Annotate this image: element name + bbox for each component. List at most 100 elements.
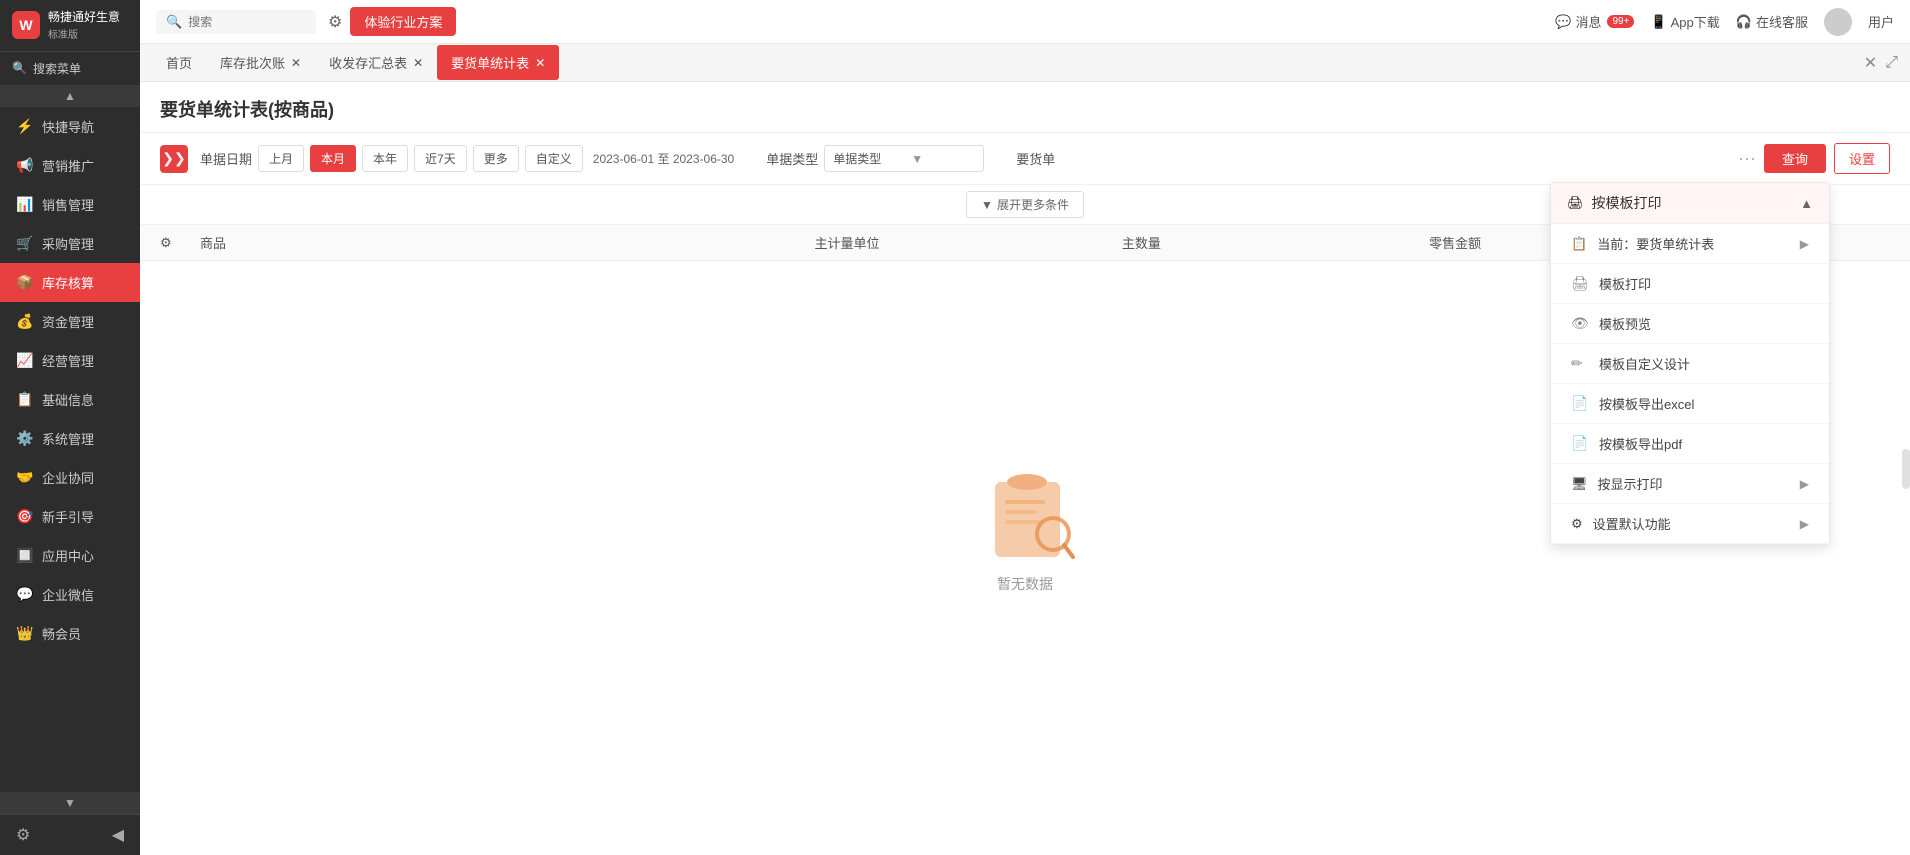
template-design-icon: ✏ [1571,355,1589,372]
sidebar-item-label: 营销推广 [42,156,94,175]
setting-button[interactable]: 设置 [1834,143,1890,174]
current-template-label: 当前：要货单统计表 [1597,234,1714,253]
sidebar-toggle-icon[interactable]: ◀ [112,825,124,845]
app-logo-icon: W [12,11,40,39]
sidebar-bottom: ⚙ ◀ [0,814,140,855]
try-industry-button[interactable]: 体验行业方案 [350,7,456,36]
tab-order-stats[interactable]: 要货单统计表 ✕ [437,45,559,80]
date-btn-prev[interactable]: 上月 [258,145,304,172]
header-right: 💬 消息 99+ 📱 App下载 🎧 在线客服 用户 [1555,8,1894,36]
current-template-arrow-icon: ▶ [1800,237,1809,251]
tab-receipt-summary[interactable]: 收发存汇总表 ✕ [315,45,437,80]
search-input[interactable] [188,15,308,29]
messages-item[interactable]: 💬 消息 99+ [1555,12,1634,31]
header-search[interactable]: 🔍 [156,10,316,34]
expand-more-label: 展开更多条件 [997,196,1069,213]
settings-icon[interactable]: ⚙ [16,825,30,845]
expand-more-icon: ▼ [981,198,993,212]
right-scrollbar[interactable] [1902,449,1910,489]
date-btn-7days[interactable]: 近7天 [414,145,467,172]
tab-inventory-batch-close[interactable]: ✕ [291,56,301,70]
tab-home[interactable]: 首页 [152,45,206,80]
type-filter-select[interactable]: 单据类型 ▼ [824,145,984,172]
sidebar-item-basic[interactable]: 📋 基础信息 [0,380,140,419]
app-download-item[interactable]: 📱 App下载 [1650,12,1719,31]
sales-icon: 📊 [16,195,34,213]
expand-more-button[interactable]: ▼ 展开更多条件 [966,191,1084,218]
avatar[interactable] [1824,8,1852,36]
close-window-icon[interactable]: ✕ [1864,53,1877,73]
goods-filter-label: 要货单 [1016,149,1055,168]
tabs-bar: 首页 库存批次账 ✕ 收发存汇总表 ✕ 要货单统计表 ✕ ✕ ⤢ [140,44,1910,82]
print-current-template[interactable]: 📋 当前：要货单统计表 ▶ [1551,224,1829,264]
sidebar-item-label: 经营管理 [42,351,94,370]
sidebar-item-inventory[interactable]: 📦 库存核算 [0,263,140,302]
default-func-arrow-icon: ▶ [1800,517,1809,531]
print-template-excel[interactable]: 📄 按模板导出excel [1551,384,1829,424]
date-filter-label: 单据日期 [200,149,252,168]
display-print-left: 🖥 按显示打印 [1571,474,1663,493]
date-btn-year[interactable]: 本年 [362,145,408,172]
tab-inventory-batch-label: 库存批次账 [220,53,285,72]
sidebar-item-purchase[interactable]: 🛒 采购管理 [0,224,140,263]
template-print-label: 模板打印 [1599,274,1651,293]
online-service-item[interactable]: 🎧 在线客服 [1736,12,1808,31]
print-display-print[interactable]: 🖥 按显示打印 ▶ [1551,464,1829,504]
sidebar-item-collab[interactable]: 🤝 企业协同 [0,458,140,497]
marketing-icon: 📢 [16,156,34,174]
date-range-display: 2023-06-01 至 2023-06-30 [593,150,734,167]
quick-nav-icon: ⚡ [16,117,34,135]
print-dropdown-header[interactable]: 🖨 按模板打印 ▲ [1551,183,1829,224]
query-button[interactable]: 查询 [1764,144,1826,173]
sidebar-item-marketing[interactable]: 📢 营销推广 [0,146,140,185]
col-product: 商品 [200,233,815,252]
template-preview-label: 模板预览 [1599,314,1651,333]
sidebar-item-system[interactable]: ⚙️ 系统管理 [0,419,140,458]
download-icon: 📱 [1650,14,1666,30]
print-template-pdf[interactable]: 📄 按模板导出pdf [1551,424,1829,464]
expand-toggle-button[interactable]: ❯❯ [160,145,188,173]
print-dropdown-close-icon[interactable]: ▲ [1800,196,1813,211]
sidebar-item-member[interactable]: 👑 畅会员 [0,614,140,653]
filter-toolbar: ❯❯ 单据日期 上月 本月 本年 近7天 更多 自定义 2023-06-01 至… [140,133,1910,185]
online-service-label: 在线客服 [1756,12,1808,31]
template-preview-icon: 👁 [1571,315,1589,332]
sidebar-item-wechat[interactable]: 💬 企业微信 [0,575,140,614]
tab-order-stats-close[interactable]: ✕ [535,56,545,70]
maximize-window-icon[interactable]: ⤢ [1885,54,1898,72]
app-download-label: App下载 [1671,12,1720,31]
sidebar-scroll-down[interactable]: ▼ [0,792,140,814]
sidebar-item-guide[interactable]: 🎯 新手引导 [0,497,140,536]
date-btn-more[interactable]: 更多 [473,145,519,172]
print-default-func[interactable]: ⚙ 设置默认功能 ▶ [1551,504,1829,544]
tab-receipt-summary-close[interactable]: ✕ [413,56,423,70]
empty-illustration [975,462,1075,562]
sidebar-item-sales[interactable]: 📊 销售管理 [0,185,140,224]
sidebar-item-quick-nav[interactable]: ⚡ 快捷导航 [0,107,140,146]
col-settings[interactable]: ⚙ [160,235,200,251]
tab-inventory-batch[interactable]: 库存批次账 ✕ [206,45,315,80]
col-qty: 主数量 [1122,233,1429,252]
more-options-icon[interactable]: ··· [1738,148,1756,169]
sidebar-scroll-up[interactable]: ▲ [0,85,140,107]
date-btn-custom[interactable]: 自定义 [525,145,583,172]
print-dropdown: 🖨 按模板打印 ▲ 📋 当前：要货单统计表 ▶ 🖨 模板打印 👁 [1550,182,1830,545]
sidebar-item-label: 新手引导 [42,507,94,526]
date-filter-group: 单据日期 上月 本月 本年 近7天 更多 自定义 2023-06-01 至 20… [200,145,734,172]
content-area: 要货单统计表(按商品) ❯❯ 单据日期 上月 本月 本年 近7天 更多 自定义 … [140,82,1910,855]
sidebar-search-item[interactable]: 🔍 搜索菜单 [0,52,140,85]
wechat-icon: 💬 [16,585,34,603]
print-dropdown-title-group: 🖨 按模板打印 [1567,193,1662,213]
main-area: 🔍 ⚙ 体验行业方案 💬 消息 99+ 📱 App下载 🎧 在线客服 用户 [140,0,1910,855]
sidebar-item-operation[interactable]: 📈 经营管理 [0,341,140,380]
sidebar-item-appstore[interactable]: 🔲 应用中心 [0,536,140,575]
gear-icon[interactable]: ⚙ [328,12,342,32]
messages-label: 消息 [1575,12,1601,31]
print-template-design[interactable]: ✏ 模板自定义设计 [1551,344,1829,384]
default-func-label: 设置默认功能 [1593,514,1671,533]
print-template-preview[interactable]: 👁 模板预览 [1551,304,1829,344]
sidebar-item-label: 应用中心 [42,546,94,565]
date-btn-current[interactable]: 本月 [310,145,356,172]
print-template-print[interactable]: 🖨 模板打印 [1551,264,1829,304]
sidebar-item-finance[interactable]: 💰 资金管理 [0,302,140,341]
